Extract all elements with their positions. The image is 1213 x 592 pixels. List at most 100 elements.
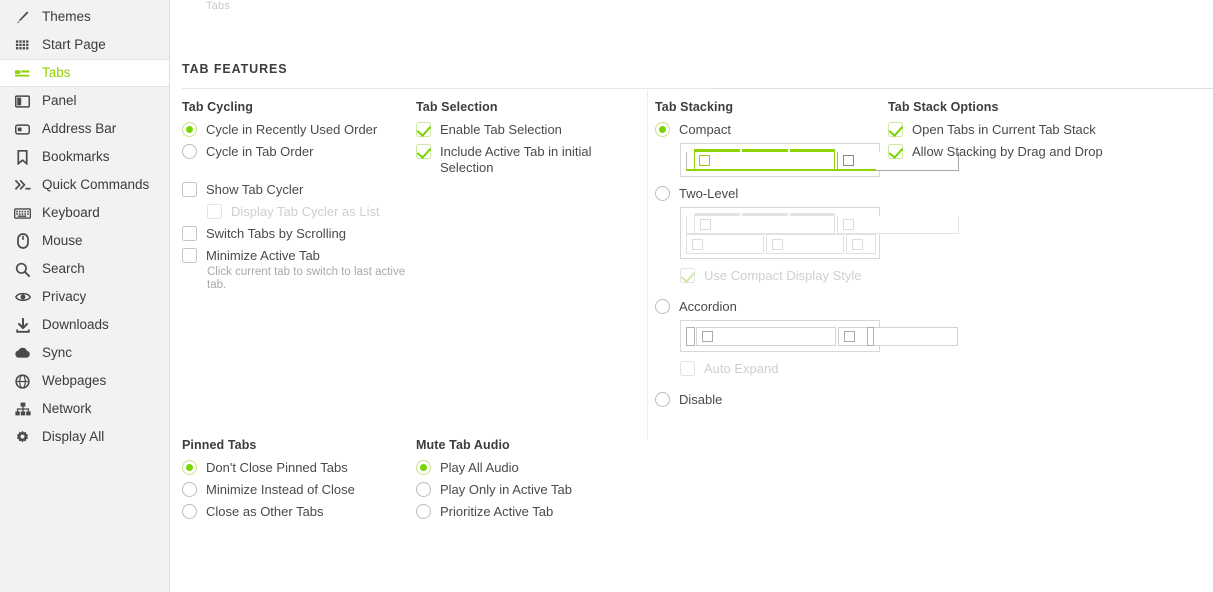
radio-unselected-icon[interactable] [416, 482, 431, 497]
radio-selected-icon[interactable] [182, 460, 197, 475]
checkbox-checked-icon[interactable] [416, 122, 431, 137]
sidebar-item-quick-commands[interactable]: Quick Commands [0, 171, 169, 199]
checkbox-checked-icon[interactable] [888, 144, 903, 159]
radio-option-prioritize-active-tab[interactable]: Prioritize Active Tab [416, 503, 646, 520]
preview-favicon [771, 239, 783, 250]
checkbox-option-allow-stacking-by-drag-and-drop[interactable]: Allow Stacking by Drag and Drop [888, 143, 1168, 160]
tab-stacking-preview-accordion [680, 320, 958, 352]
tab-cycling-radio-group[interactable]: Cycle in Recently Used Order Cycle in Tab… [182, 121, 412, 160]
bookmark-icon [14, 149, 31, 166]
tab-stacking-radio-group[interactable]: Compact Two-Level Use Compact Display Styl… [655, 121, 959, 408]
radio-option-cycle-in-tab-order[interactable]: Cycle in Tab Order [182, 143, 412, 160]
tab-selection-checkbox-group[interactable]: Enable Tab Selection Include Active Tab i… [416, 121, 641, 176]
gear-icon [14, 429, 31, 446]
radio-option-play-only-in-active-tab[interactable]: Play Only in Active Tab [416, 481, 646, 498]
checkbox-option-label: Allow Stacking by Drag and Drop [912, 144, 1103, 159]
page-title: TAB FEATURES [182, 62, 288, 76]
radio-option-label: Play Only in Active Tab [440, 482, 572, 497]
checkbox-checked-icon[interactable] [888, 122, 903, 137]
preview-favicon [851, 239, 863, 250]
checkbox-option-show-tab-cycler[interactable]: Show Tab Cycler [182, 181, 412, 198]
radio-unselected-icon[interactable] [416, 504, 431, 519]
radio-option-don-t-close-pinned-tabs[interactable]: Don't Close Pinned Tabs [182, 459, 412, 476]
mute-tab-audio-radio-group[interactable]: Play All Audio Play Only in Active Tab Pri… [416, 459, 646, 520]
preview-favicon [700, 219, 711, 230]
checkbox-option-open-tabs-in-current-tab-stack[interactable]: Open Tabs in Current Tab Stack [888, 121, 1168, 138]
eye-icon [14, 289, 31, 306]
checkbox-option-enable-tab-selection[interactable]: Enable Tab Selection [416, 121, 641, 138]
checkbox-option-label: Enable Tab Selection [440, 122, 562, 137]
checkbox-option-switch-tabs-by-scrolling[interactable]: Switch Tabs by Scrolling [182, 225, 412, 242]
download-icon [14, 317, 31, 334]
sidebar-item-privacy[interactable]: Privacy [0, 283, 169, 311]
radio-option-two-level[interactable]: Two-Level [655, 185, 880, 202]
sidebar-item-address-bar[interactable]: Address Bar [0, 115, 169, 143]
radio-selected-icon[interactable] [416, 460, 431, 475]
radio-option-label: Disable [679, 392, 723, 407]
radio-option-cycle-in-recently-used-order[interactable]: Cycle in Recently Used Order [182, 121, 412, 138]
radio-selected-icon[interactable] [182, 122, 197, 137]
tab-stack-options-checkbox-group[interactable]: Open Tabs in Current Tab Stack Allow Stac… [888, 121, 1168, 160]
radio-option-play-all-audio[interactable]: Play All Audio [416, 459, 646, 476]
sidebar-item-panel[interactable]: Panel [0, 87, 169, 115]
radio-unselected-icon[interactable] [655, 299, 670, 314]
section-tab-cycling: Tab Cycling Cycle in Recently Used Order… [182, 100, 412, 292]
radio-unselected-icon[interactable] [182, 144, 197, 159]
radio-option-compact[interactable]: Compact [655, 121, 880, 138]
radio-option-accordion[interactable]: Accordion [655, 298, 880, 315]
radio-option-label: Play All Audio [440, 460, 519, 475]
sidebar-item-sync[interactable]: Sync [0, 339, 169, 367]
network-icon [14, 401, 31, 418]
sidebar-item-themes[interactable]: Themes [0, 3, 169, 31]
checkbox-unchecked-icon [207, 204, 222, 219]
sidebar-item-label: Mouse [42, 233, 83, 249]
tab-stacking-title: Tab Stacking [655, 100, 734, 114]
sidebar-item-label: Search [42, 261, 85, 277]
tab-cycling-checkbox-group[interactable]: Show Tab Cycler Display Tab Cycler as Lis… [182, 181, 412, 264]
address-bar-icon [14, 121, 31, 138]
pinned-tabs-title: Pinned Tabs [182, 438, 257, 452]
sidebar-item-mouse[interactable]: Mouse [0, 227, 169, 255]
preview-stacked-tab [686, 234, 764, 254]
section-tab-selection: Tab Selection Enable Tab Selection Includ… [416, 100, 641, 181]
radio-option-label: Don't Close Pinned Tabs [206, 460, 348, 475]
radio-unselected-icon[interactable] [182, 482, 197, 497]
sidebar-item-label: Privacy [42, 289, 87, 305]
search-icon [14, 261, 31, 278]
sidebar-item-label: Webpages [42, 373, 107, 389]
checkbox-option-display-tab-cycler-as-list: Display Tab Cycler as List [207, 203, 412, 220]
sidebar-item-label: Downloads [42, 317, 109, 333]
checkbox-option-include-active-tab-in-initial-selection[interactable]: Include Active Tab in initial Selection [416, 143, 641, 176]
sidebar-item-search[interactable]: Search [0, 255, 169, 283]
radio-option-close-as-other-tabs[interactable]: Close as Other Tabs [182, 503, 412, 520]
checkbox-option-label: Show Tab Cycler [206, 182, 304, 197]
preview-second-level-row [686, 234, 876, 254]
sidebar-item-display-all[interactable]: Display All [0, 423, 169, 451]
sidebar-item-network[interactable]: Network [0, 395, 169, 423]
radio-option-minimize-instead-of-close[interactable]: Minimize Instead of Close [182, 481, 412, 498]
preview-inactive-tab [838, 327, 958, 346]
sidebar-item-label: Bookmarks [42, 149, 110, 165]
sidebar-item-label: Keyboard [42, 205, 100, 221]
sidebar-item-downloads[interactable]: Downloads [0, 311, 169, 339]
checkbox-unchecked-icon[interactable] [182, 182, 197, 197]
sidebar-item-keyboard[interactable]: Keyboard [0, 199, 169, 227]
radio-unselected-icon[interactable] [655, 186, 670, 201]
sidebar-item-webpages[interactable]: Webpages [0, 367, 169, 395]
sidebar-item-start-page[interactable]: Start Page [0, 31, 169, 59]
settings-sidebar[interactable]: Themes Start Page Tabs Panel Address Bar Book… [0, 0, 170, 592]
chevrons-right-icon [14, 177, 31, 194]
checkbox-checked-icon[interactable] [416, 144, 431, 159]
radio-unselected-icon[interactable] [655, 392, 670, 407]
checkbox-unchecked-icon[interactable] [182, 226, 197, 241]
checkbox-unchecked-icon[interactable] [182, 248, 197, 263]
radio-unselected-icon[interactable] [182, 504, 197, 519]
pinned-tabs-radio-group[interactable]: Don't Close Pinned Tabs Minimize Instead … [182, 459, 412, 520]
sidebar-item-tabs[interactable]: Tabs [0, 59, 169, 87]
section-tab-stacking: Tab Stacking Compact Two-Level Use Compact… [655, 100, 959, 413]
sidebar-item-bookmarks[interactable]: Bookmarks [0, 143, 169, 171]
radio-option-disable[interactable]: Disable [655, 391, 880, 408]
section-tab-stack-options: Tab Stack Options Open Tabs in Current T… [888, 100, 1168, 165]
radio-selected-icon[interactable] [655, 122, 670, 137]
checkbox-option-minimize-active-tab[interactable]: Minimize Active Tab [182, 247, 412, 264]
